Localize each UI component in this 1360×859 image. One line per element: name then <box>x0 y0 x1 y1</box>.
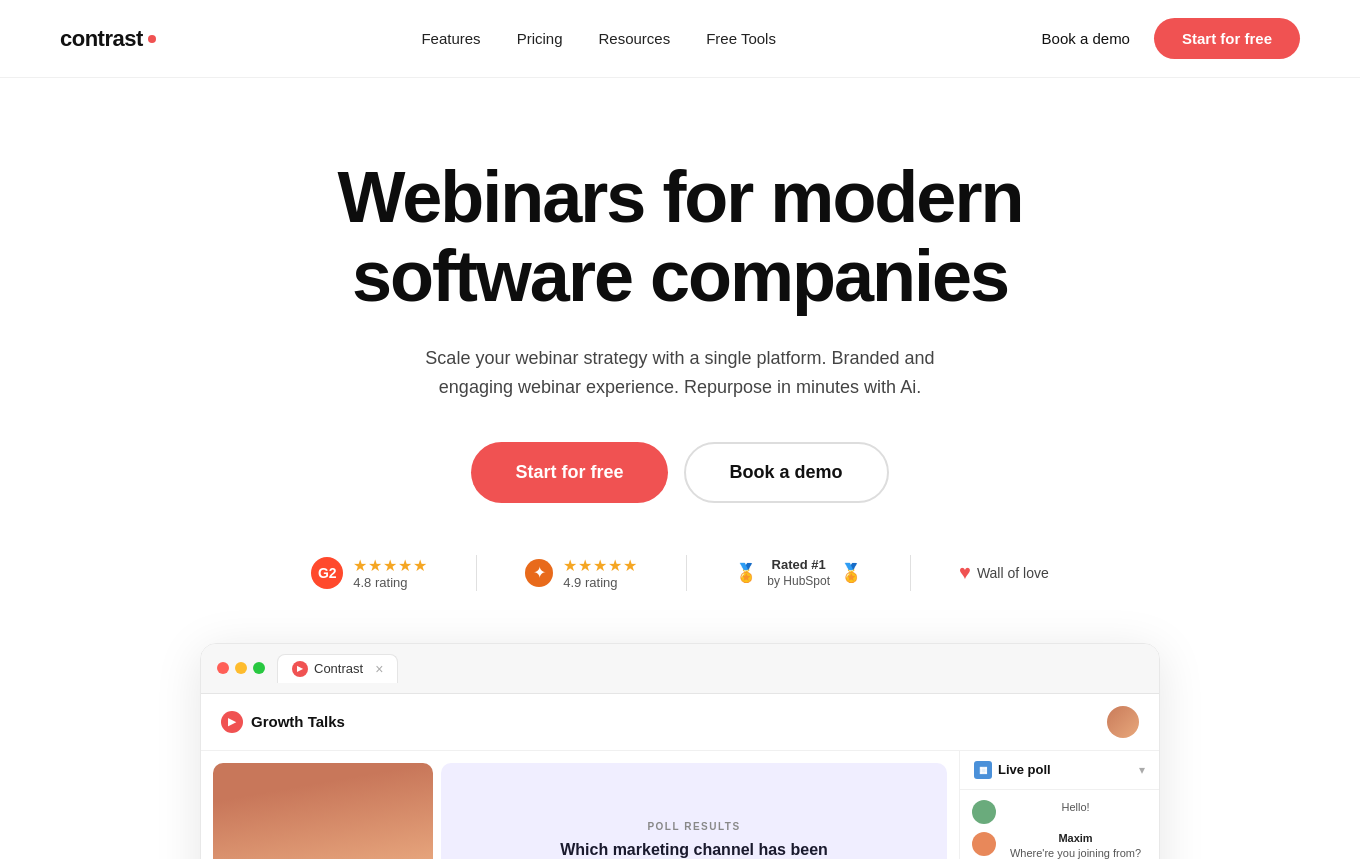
chat-message-1: Maxim Where're you joining from? We're i… <box>972 832 1147 859</box>
speaker-face <box>213 763 433 859</box>
laurel-right: 🏅 <box>840 562 862 584</box>
chat-avatar-1 <box>972 832 996 856</box>
g2-stars: ★★★★★ <box>353 556 428 575</box>
hero-headline-line1: Webinars for modern <box>338 157 1023 237</box>
tab-close-icon[interactable]: × <box>375 661 383 677</box>
hero-subtext: Scale your webinar strategy with a singl… <box>390 344 970 402</box>
g2-rating-value: 4.8 rating <box>353 575 407 590</box>
g2-info: ★★★★★ 4.8 rating <box>353 556 428 590</box>
video-area: POLL RESULTS Which marketing channel has… <box>201 751 959 859</box>
hero-section: Webinars for modern software companies S… <box>0 78 1360 859</box>
avatar-image <box>1107 706 1139 738</box>
logo-dot <box>148 35 156 43</box>
browser-dot-yellow[interactable] <box>235 662 247 674</box>
logo[interactable]: contrast <box>60 26 156 52</box>
hubspot-rated: Rated #1 <box>772 557 826 572</box>
chat-bubble-0: Hello! <box>1004 800 1147 815</box>
browser-title-area: ▶ Growth Talks <box>221 711 345 733</box>
divider-2 <box>686 555 687 591</box>
nav-resources[interactable]: Resources <box>598 30 670 47</box>
divider-3 <box>910 555 911 591</box>
laurel-left: 🏅 <box>735 562 757 584</box>
nav-book-demo[interactable]: Book a demo <box>1042 30 1130 47</box>
live-poll-title: ▦ Live poll <box>974 761 1051 779</box>
tab-favicon: ▶ <box>292 661 308 677</box>
chat-message-0: Hello! <box>972 800 1147 824</box>
chat-bubble-1: Maxim Where're you joining from? We're i… <box>1004 832 1147 859</box>
poll-results-label: POLL RESULTS <box>647 821 740 832</box>
chevron-down-icon[interactable]: ▾ <box>1139 763 1145 777</box>
window-brand-icon: ▶ <box>221 711 243 733</box>
live-poll-icon: ▦ <box>974 761 992 779</box>
browser-dot-red[interactable] <box>217 662 229 674</box>
nav-right: Book a demo Start for free <box>1042 18 1300 59</box>
capterra-info: ★★★★★ 4.9 rating <box>563 556 638 590</box>
capterra-logo: ✦ <box>525 559 553 587</box>
g2-rating: G2 ★★★★★ 4.8 rating <box>311 556 428 590</box>
hubspot-badge: Rated #1 by HubSpot <box>767 557 830 588</box>
browser-body: ▶ Growth Talks POLL RESULTS Which market… <box>201 694 1159 859</box>
window-avatar <box>1107 706 1139 738</box>
hero-headline-line2: software companies <box>352 236 1008 316</box>
divider-1 <box>476 555 477 591</box>
nav-pricing[interactable]: Pricing <box>517 30 563 47</box>
hubspot-by: by HubSpot <box>767 574 830 588</box>
browser-content-area: POLL RESULTS Which marketing channel has… <box>201 751 1159 859</box>
slide-area: POLL RESULTS Which marketing channel has… <box>441 763 947 859</box>
chat-messages: Hello! Maxim Where're you joining from? … <box>960 790 1159 859</box>
side-panel: ▦ Live poll ▾ Hello! <box>959 751 1159 859</box>
browser-toolbar: ▶ Contrast × <box>201 644 1159 694</box>
hero-book-demo[interactable]: Book a demo <box>684 442 889 503</box>
capterra-stars: ★★★★★ <box>563 556 638 575</box>
wall-of-love-label: Wall of love <box>977 565 1049 581</box>
speaker-video <box>213 763 433 859</box>
chat-name-1: Maxim <box>1004 832 1147 844</box>
browser-tab-label: Contrast <box>314 661 363 676</box>
wall-of-love: ♥ Wall of love <box>959 561 1049 584</box>
g2-logo: G2 <box>311 557 343 589</box>
browser-mockup: ▶ Contrast × ▶ Growth Talks <box>200 643 1160 859</box>
hero-buttons: Start for free Book a demo <box>40 442 1320 503</box>
capterra-rating: ✦ ★★★★★ 4.9 rating <box>525 556 638 590</box>
poll-question: Which marketing channel has been <box>560 840 828 859</box>
logo-text: contrast <box>60 26 143 52</box>
nav-start-free[interactable]: Start for free <box>1154 18 1300 59</box>
hero-start-free[interactable]: Start for free <box>471 442 667 503</box>
chat-avatar-0 <box>972 800 996 824</box>
nav-free-tools[interactable]: Free Tools <box>706 30 776 47</box>
chat-text-0: Hello! <box>1004 800 1147 815</box>
heart-icon: ♥ <box>959 561 971 584</box>
window-title: Growth Talks <box>251 713 345 730</box>
ratings-bar: G2 ★★★★★ 4.8 rating ✦ ★★★★★ 4.9 rating 🏅… <box>40 555 1320 591</box>
browser-window-header: ▶ Growth Talks <box>201 694 1159 751</box>
hero-headline: Webinars for modern software companies <box>290 158 1070 316</box>
navbar: contrast Features Pricing Resources Free… <box>0 0 1360 78</box>
nav-links: Features Pricing Resources Free Tools <box>421 30 776 48</box>
browser-tab[interactable]: ▶ Contrast × <box>277 654 398 683</box>
browser-dots <box>217 662 265 674</box>
browser-dot-green[interactable] <box>253 662 265 674</box>
chat-text-1: Where're you joining from? We're in Pari… <box>1004 846 1147 859</box>
nav-features[interactable]: Features <box>421 30 480 47</box>
live-poll-label: Live poll <box>998 762 1051 777</box>
side-panel-header: ▦ Live poll ▾ <box>960 751 1159 790</box>
hubspot-rating: 🏅 Rated #1 by HubSpot 🏅 <box>735 557 862 588</box>
capterra-rating-value: 4.9 rating <box>563 575 617 590</box>
